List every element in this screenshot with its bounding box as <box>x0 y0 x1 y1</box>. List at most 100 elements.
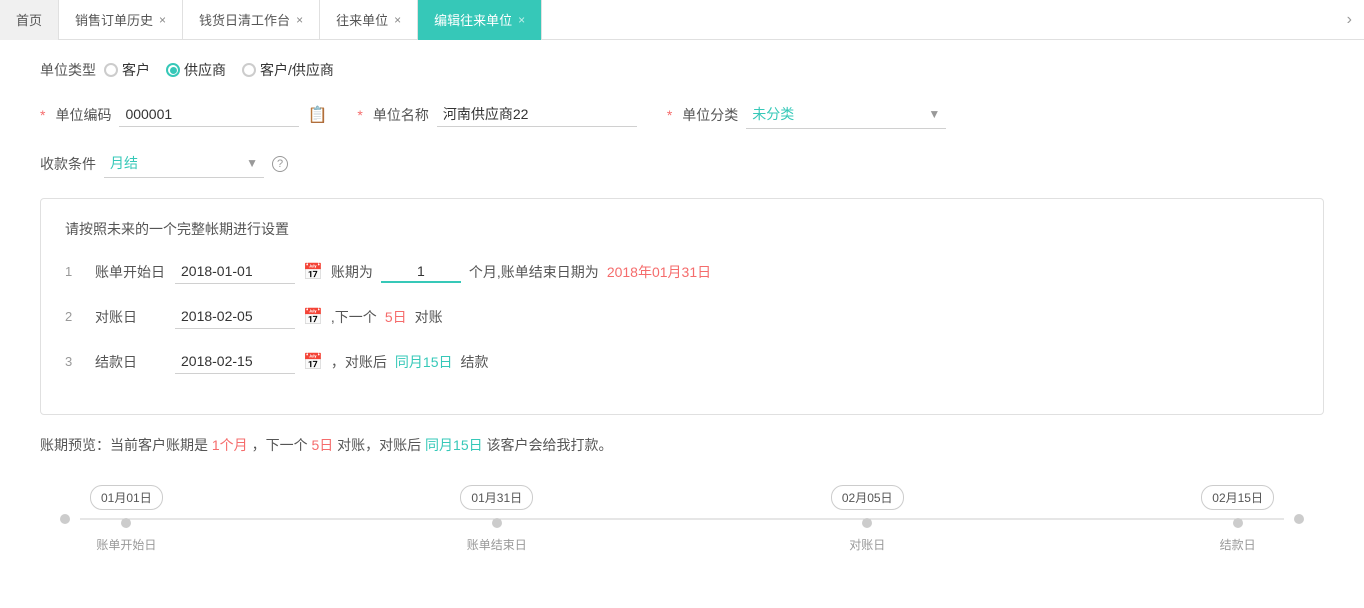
node-label-1: 账单开始日 <box>96 536 156 553</box>
payment-prefix: ，对账后 <box>331 352 387 372</box>
node-dot-1 <box>121 518 131 528</box>
node-label-4: 结款日 <box>1220 536 1256 553</box>
tab-partner[interactable]: 往来单位 × <box>320 0 418 40</box>
unit-category-arrow: ▼ <box>928 107 940 121</box>
preview-pay-day: 同月15日 <box>425 437 483 453</box>
card-row-1: 1 账单开始日 📅 账期为 个月,账单结束日期为 2018年01月31日 <box>65 259 1299 284</box>
node-label-2: 账单结束日 <box>467 536 527 553</box>
unit-type-label: 单位类型 <box>40 60 96 80</box>
node-dot-3 <box>862 518 872 528</box>
unit-category-value: 未分类 <box>752 104 920 124</box>
unit-category-label: 单位分类 <box>682 105 738 125</box>
radio-circle-customer <box>104 63 118 77</box>
period-label: 账期为 <box>331 262 373 282</box>
radio-label-supplier: 供应商 <box>184 60 226 80</box>
payment-condition-select[interactable]: 月结 ▼ <box>104 149 264 178</box>
help-icon[interactable]: ? <box>272 156 288 172</box>
unit-type-row: 单位类型 客户 供应商 客户/供应商 <box>40 60 1324 80</box>
row-value-2: 📅 ,下一个 5日 对账 <box>175 304 443 329</box>
card-row-3: 3 结款日 📅 ，对账后 同月15日 结款 <box>65 349 1299 374</box>
payment-condition-value: 月结 <box>110 153 238 173</box>
timeline-node-3: 02月05日 对账日 <box>831 485 904 553</box>
unit-code-field: * 单位编码 📋 <box>40 102 327 127</box>
preview-reconcile-day: 5日 <box>311 437 333 453</box>
radio-label-customer: 客户 <box>122 60 150 80</box>
card-description: 请按照未来的一个完整帐期进行设置 <box>65 219 1299 239</box>
unit-name-input[interactable] <box>437 102 637 127</box>
row-label-3: 结款日 <box>95 352 175 372</box>
timeline-items: 01月01日 账单开始日 01月31日 账单结束日 02月05日 对账日 02月… <box>60 485 1304 553</box>
radio-customer-supplier[interactable]: 客户/供应商 <box>242 60 334 80</box>
main-content: 单位类型 客户 供应商 客户/供应商 * 单位编码 <box>0 40 1364 608</box>
payment-condition-label: 收款条件 <box>40 154 96 174</box>
close-partner[interactable]: × <box>394 13 401 27</box>
unit-info-row: * 单位编码 📋 * 单位名称 * 单位分类 未分类 ▼ <box>40 100 1324 129</box>
radio-supplier[interactable]: 供应商 <box>166 60 226 80</box>
reconcile-prefix: ,下一个 <box>331 307 377 327</box>
unit-category-field: * 单位分类 未分类 ▼ <box>667 100 946 129</box>
preview-prefix: 账期预览：当前客户账期是 <box>40 437 208 453</box>
close-cash-work[interactable]: × <box>296 13 303 27</box>
tab-home[interactable]: 首页 <box>0 0 59 40</box>
timeline-node-4: 02月15日 结款日 <box>1201 485 1274 553</box>
timeline-node-1: 01月01日 账单开始日 <box>90 485 163 553</box>
tab-sales-history[interactable]: 销售订单历史 × <box>59 0 183 40</box>
payment-condition-field: 收款条件 月结 ▼ ? <box>40 149 288 178</box>
tab-cash-work[interactable]: 钱货日清工作台 × <box>183 0 320 40</box>
row-num-2: 2 <box>65 309 95 324</box>
more-tabs-button[interactable]: › <box>1335 0 1364 40</box>
row-label-1: 账单开始日 <box>95 262 175 282</box>
preview-suffix: 该客户会给我打款。 <box>487 437 613 453</box>
reconcile-date-input[interactable] <box>175 304 295 329</box>
radio-label-customer-supplier: 客户/供应商 <box>260 60 334 80</box>
preview-reconcile-suffix: 对账，对账后 <box>337 437 421 453</box>
tab-bar: 首页 销售订单历史 × 钱货日清工作台 × 往来单位 × 编辑往来单位 × › <box>0 0 1364 40</box>
card-row-2: 2 对账日 📅 ,下一个 5日 对账 <box>65 304 1299 329</box>
payment-date-calendar[interactable]: 📅 <box>303 352 323 372</box>
unit-code-label: 单位编码 <box>55 105 111 125</box>
preview-period: 1个月 <box>212 437 248 453</box>
tab-edit-partner[interactable]: 编辑往来单位 × <box>418 0 542 40</box>
payment-condition-row: 收款条件 月结 ▼ ? <box>40 149 1324 178</box>
preview-middle: ，下一个 <box>252 437 308 453</box>
reconcile-suffix: 对账 <box>415 307 443 327</box>
unit-code-icon[interactable]: 📋 <box>307 105 327 125</box>
radio-circle-supplier <box>166 63 180 77</box>
node-badge-1: 01月01日 <box>90 485 163 510</box>
reconcile-day-highlight: 5日 <box>385 307 407 327</box>
unit-name-field: * 单位名称 <box>357 102 636 127</box>
node-badge-3: 02月05日 <box>831 485 904 510</box>
preview-section: 账期预览：当前客户账期是 1个月 ，下一个 5日 对账，对账后 同月15日 该客… <box>40 435 1324 455</box>
unit-name-label: 单位名称 <box>373 105 429 125</box>
node-badge-4: 02月15日 <box>1201 485 1274 510</box>
close-sales-history[interactable]: × <box>159 13 166 27</box>
radio-circle-customer-supplier <box>242 63 256 77</box>
end-date-highlight: 2018年01月31日 <box>607 262 711 282</box>
unit-code-input[interactable] <box>119 102 299 127</box>
node-badge-2: 01月31日 <box>460 485 533 510</box>
node-dot-4 <box>1233 518 1243 528</box>
row-label-2: 对账日 <box>95 307 175 327</box>
period-month-suffix: 个月,账单结束日期为 <box>469 262 599 282</box>
payment-date-input[interactable] <box>175 349 295 374</box>
unit-name-star: * <box>357 107 362 123</box>
node-dot-2 <box>492 518 502 528</box>
period-setting-card: 请按照未来的一个完整帐期进行设置 1 账单开始日 📅 账期为 个月,账单结束日期… <box>40 198 1324 415</box>
unit-type-field: 单位类型 客户 供应商 客户/供应商 <box>40 60 334 80</box>
period-value-input[interactable] <box>381 261 461 283</box>
radio-customer[interactable]: 客户 <box>104 60 150 80</box>
close-edit-partner[interactable]: × <box>518 13 525 27</box>
unit-category-select[interactable]: 未分类 ▼ <box>746 100 946 129</box>
row-value-3: 📅 ，对账后 同月15日 结款 <box>175 349 489 374</box>
unit-code-star: * <box>40 107 45 123</box>
start-date-input[interactable] <box>175 259 295 284</box>
node-label-3: 对账日 <box>849 536 885 553</box>
unit-category-star: * <box>667 107 672 123</box>
timeline-node-2: 01月31日 账单结束日 <box>460 485 533 553</box>
start-date-calendar[interactable]: 📅 <box>303 262 323 282</box>
timeline: 01月01日 账单开始日 01月31日 账单结束日 02月05日 对账日 02月… <box>40 475 1324 563</box>
payment-suffix: 结款 <box>461 352 489 372</box>
reconcile-date-calendar[interactable]: 📅 <box>303 307 323 327</box>
unit-type-radio-group: 客户 供应商 客户/供应商 <box>104 60 334 80</box>
payment-condition-arrow: ▼ <box>246 156 258 170</box>
